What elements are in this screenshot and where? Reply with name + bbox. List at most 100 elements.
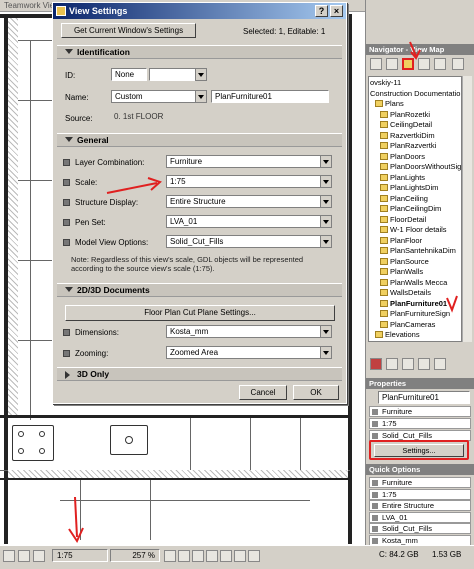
close-icon[interactable]: × (330, 5, 343, 17)
section-3d-only[interactable]: 3D Only (57, 367, 342, 381)
quick-option-value: LVA_01 (382, 512, 408, 522)
quick-option-row[interactable]: 1:75 (369, 488, 471, 500)
tree-scrollbar[interactable] (462, 76, 472, 342)
drawing-line (150, 480, 151, 540)
tree-item[interactable]: PlanFloor (380, 236, 422, 246)
navigator-menu-icon[interactable] (452, 58, 464, 70)
name-text-field[interactable]: PlanFurniture01 (211, 90, 329, 103)
cancel-button[interactable]: Cancel (239, 385, 287, 400)
next-zoom-icon[interactable] (248, 550, 260, 562)
new-view-icon[interactable] (370, 358, 382, 370)
zoom-display[interactable]: 257 % (110, 549, 160, 562)
tree-item[interactable]: PlanCeiling (380, 194, 428, 204)
tree-item[interactable]: FloorDetail (380, 215, 426, 225)
tree-item[interactable]: PlanCameras (380, 320, 435, 330)
name-dropdown[interactable]: Custom (111, 90, 207, 103)
tree-item[interactable]: RazvertkiDim (380, 131, 435, 141)
tree-item-label: RazvertkiDim (390, 130, 435, 140)
tree-item[interactable]: Elevations (375, 330, 420, 340)
zooming-dropdown[interactable]: Zoomed Area (166, 346, 332, 359)
tree-item[interactable]: PlanFurnitureSign (380, 309, 450, 319)
tree-item[interactable]: PlanSource (380, 257, 429, 267)
quick-option-row[interactable]: Kosta_mm (369, 534, 471, 546)
tree-item[interactable]: PlanFurniture01 (380, 299, 447, 309)
cut-plane-settings-button[interactable]: Floor Plan Cut Plane Settings... (65, 305, 335, 321)
pan-icon[interactable] (206, 550, 218, 562)
section-general[interactable]: General (57, 133, 342, 147)
model-view-dropdown[interactable]: Solid_Cut_Fills (166, 235, 332, 248)
publisher-icon[interactable] (434, 58, 446, 70)
tree-item[interactable]: PlanSantehnikaDim (380, 246, 456, 256)
layout-icon[interactable] (3, 550, 15, 562)
tree-item[interactable]: PlanWalls (380, 267, 423, 277)
layer-combination-label: Layer Combination: (75, 158, 145, 167)
tree-item[interactable]: PlanCeilingDim (380, 204, 441, 214)
section-identification[interactable]: Identification (57, 45, 342, 59)
option-icon (372, 514, 378, 521)
section-title: Identification (77, 47, 130, 57)
tree-item[interactable]: PlanDoors (380, 152, 425, 162)
properties-layer-row[interactable]: Furniture (369, 406, 471, 417)
scale-display[interactable]: 1:75 (52, 549, 108, 562)
tree-item[interactable]: ovskiy-11 (370, 78, 401, 88)
settings-icon[interactable] (434, 358, 446, 370)
tree-item-label: PlanDoorsWithoutSign (390, 162, 462, 171)
properties-title: Properties (366, 378, 474, 389)
annotation-arrow (446, 295, 458, 313)
tree-item-label: PlanCameras (390, 319, 436, 329)
drawing-line (18, 100, 52, 101)
get-current-settings-button[interactable]: Get Current Window's Settings (61, 23, 196, 38)
help-button[interactable]: ? (315, 5, 328, 17)
id-dropdown[interactable] (195, 68, 207, 81)
tree-item-label: PlanDoors (390, 151, 426, 161)
properties-scale-row[interactable]: 1:75 (369, 418, 471, 429)
id-field[interactable]: None (111, 68, 147, 81)
quick-option-row[interactable]: Entire Structure (369, 500, 471, 511)
zoom-in-icon[interactable] (164, 550, 176, 562)
save-view-icon[interactable] (386, 358, 398, 370)
drawing-line (18, 260, 52, 261)
view-settings-dialog: View Settings ? × Get Current Window's S… (52, 2, 347, 404)
tree-item-label: PlanCeiling (390, 193, 428, 203)
source-label: Source: (65, 114, 93, 123)
folder-icon (380, 205, 388, 212)
tree-item[interactable]: Plans (375, 99, 404, 109)
tree-item[interactable]: WallsDetails (380, 288, 431, 298)
fit-window-icon[interactable] (192, 550, 204, 562)
tree-item[interactable]: PlanLightsDim (380, 183, 438, 193)
right-panel: Navigator - View Map ovskiy-11 Constructi… (366, 0, 474, 546)
dimensions-dropdown[interactable]: Kosta_mm (166, 325, 332, 338)
delete-icon[interactable] (418, 358, 430, 370)
tree-item[interactable]: PlanLights (380, 173, 425, 183)
structure-display-dropdown[interactable]: Entire Structure (166, 195, 332, 208)
tree-item[interactable]: W-1 Floor details (380, 225, 447, 235)
tree-item[interactable]: PlanRazvertki (380, 141, 436, 151)
tree-item[interactable]: PlanRozetki (380, 110, 430, 120)
previous-zoom-icon[interactable] (234, 550, 246, 562)
section-2d3d-documents[interactable]: 2D/3D Documents (57, 283, 342, 297)
scale-dropdown[interactable]: 1:75 (166, 175, 332, 188)
properties-name-field[interactable]: PlanFurniture01 (378, 391, 470, 404)
folder-new-icon[interactable] (402, 358, 414, 370)
drawing-line (60, 500, 310, 501)
zoom-out-icon[interactable] (178, 550, 190, 562)
ok-button[interactable]: OK (293, 385, 339, 400)
undo-icon[interactable] (18, 550, 30, 562)
rotate-icon[interactable] (220, 550, 232, 562)
tree-item[interactable]: PlanDoorsWithoutSign (380, 162, 462, 172)
tree-item[interactable]: Construction Documentation (370, 89, 461, 99)
structure-icon (63, 199, 70, 206)
quick-option-row[interactable]: LVA_01 (369, 511, 471, 523)
quick-option-row[interactable]: Furniture (369, 477, 471, 488)
view-map-icon[interactable] (386, 58, 398, 70)
layer-combination-dropdown[interactable]: Furniture (166, 155, 332, 168)
project-map-icon[interactable] (370, 58, 382, 70)
folder-icon (380, 121, 388, 128)
tree-item[interactable]: PlanWalls Mecca (380, 278, 447, 288)
quick-option-row[interactable]: Solid_Cut_Fills (369, 523, 471, 534)
pen-set-dropdown[interactable]: LVA_01 (166, 215, 332, 228)
pen-set-value: LVA_01 (170, 217, 198, 226)
tree-item[interactable]: CeilingDetail (380, 120, 432, 130)
dialog-title-bar[interactable]: View Settings ? × (53, 3, 346, 19)
redo-icon[interactable] (33, 550, 45, 562)
